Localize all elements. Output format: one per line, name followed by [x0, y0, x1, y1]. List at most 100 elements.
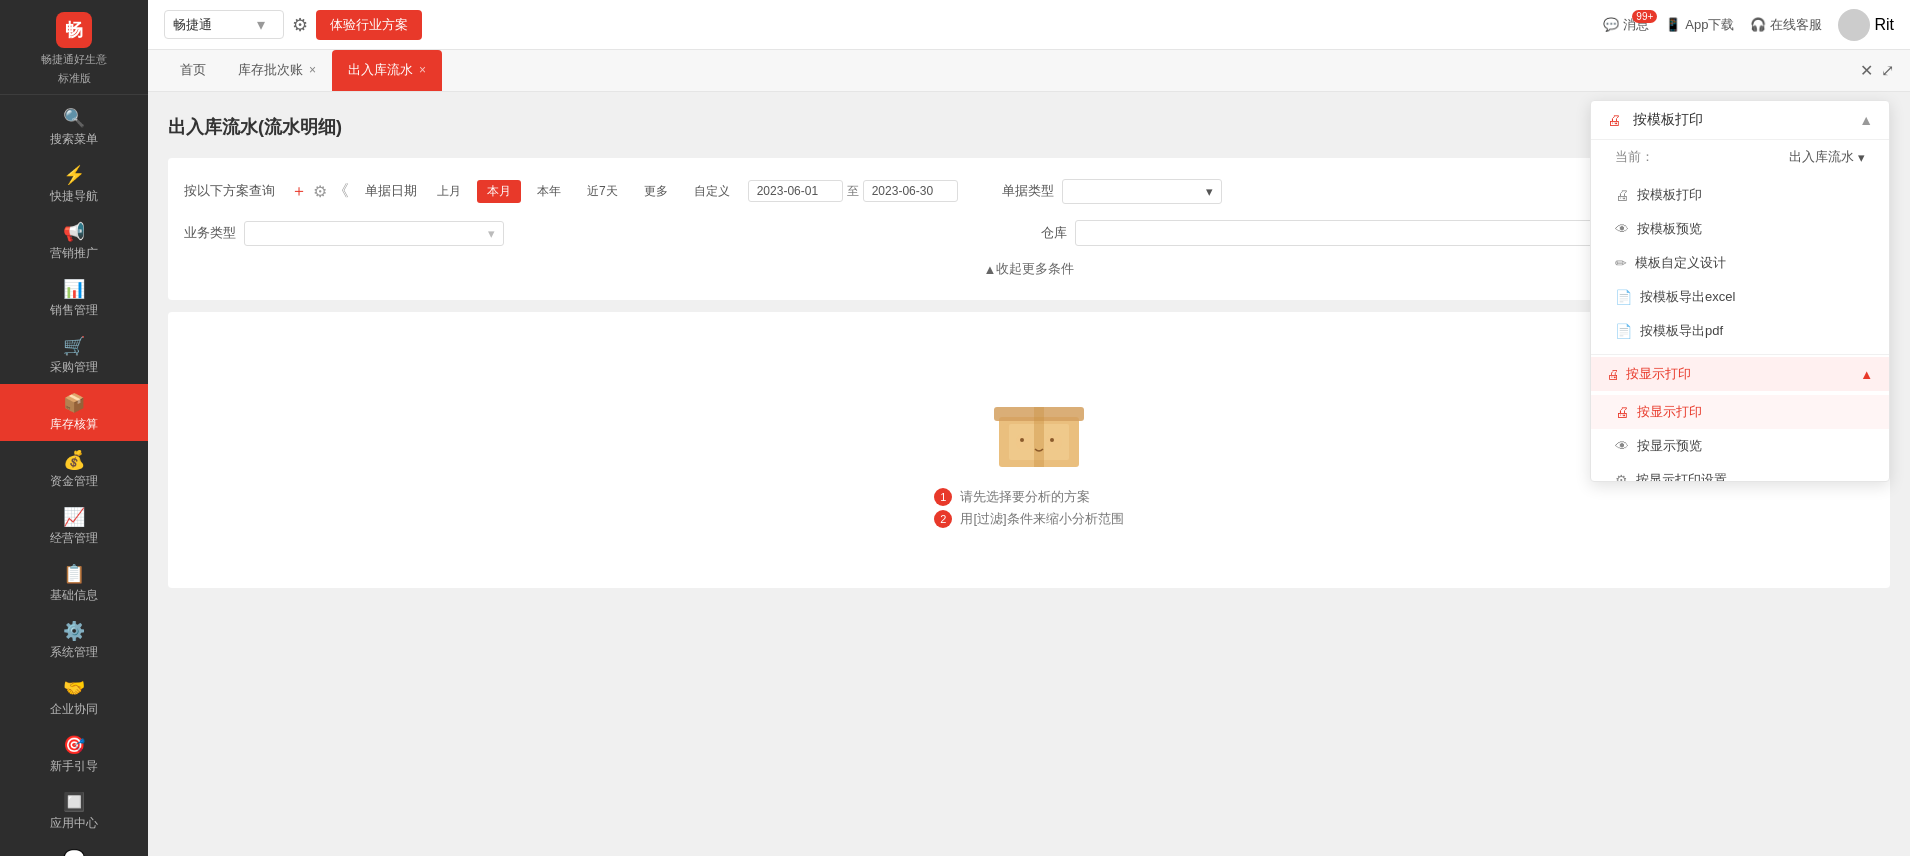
tabbar-expand-icon[interactable]: ⤢ [1881, 61, 1894, 80]
dropdown-header-chevron[interactable]: ▲ [1859, 112, 1873, 128]
type-filter-select[interactable]: ▾ [1062, 179, 1222, 204]
dropdown-item-excel-1-icon: 📄 [1615, 289, 1632, 305]
dropdown-section-2: 🖨 按显示打印 👁 按显示预览 ⚙ 按显示打印设置 📄 按显示导出excel 📄… [1591, 391, 1889, 481]
dropdown-item-display-preview-label: 按显示预览 [1637, 437, 1702, 455]
search-icon: 🔍 [63, 107, 85, 129]
tabbar-close-icon[interactable]: ✕ [1860, 61, 1873, 80]
sidebar-item-enterprise[interactable]: 🤝 企业协同 [0, 669, 148, 726]
sidebar-item-label: 新手引导 [50, 758, 98, 775]
dropdown-item-template-custom[interactable]: ✏ 模板自定义设计 [1591, 246, 1889, 280]
sidebar-item-finance[interactable]: 💰 资金管理 [0, 441, 148, 498]
sidebar-item-inventory[interactable]: 📦 库存核算 [0, 384, 148, 441]
dropdown-section-2-header[interactable]: 🖨 按显示打印 ▲ [1591, 357, 1889, 391]
trial-button[interactable]: 体验行业方案 [316, 10, 422, 40]
dropdown-item-display-print[interactable]: 🖨 按显示打印 [1591, 395, 1889, 429]
sidebar-item-sales[interactable]: 📊 销售管理 [0, 270, 148, 327]
dropdown-item-print-icon: 🖨 [1615, 187, 1629, 203]
filter-row-actions: ＋ ⚙ 《 [291, 181, 349, 202]
dropdown-item-template-export-pdf-label: 按模板导出pdf [1640, 322, 1723, 340]
dropdown-item-display-print-settings-label: 按显示打印设置 [1636, 471, 1727, 481]
sidebar-item-guide[interactable]: 🎯 新手引导 [0, 726, 148, 783]
tabbar: 首页 库存批次账 × 出入库流水 × ✕ ⤢ [148, 50, 1910, 92]
date-tab-current-month[interactable]: 本月 [477, 180, 521, 203]
message-icon: 💬 [1603, 17, 1619, 32]
dropdown-item-template-export-excel[interactable]: 📄 按模板导出excel [1591, 280, 1889, 314]
app-label: App下载 [1685, 16, 1734, 34]
tab-flow[interactable]: 出入库流水 × [332, 50, 442, 91]
step-2-num: 2 [934, 510, 952, 528]
date-tab-7days[interactable]: 近7天 [577, 180, 628, 203]
empty-illustration [979, 372, 1079, 472]
sidebar-item-label: 企业协同 [50, 701, 98, 718]
message-badge: 99+ [1632, 10, 1657, 23]
sidebar-item-operations[interactable]: 📈 经营管理 [0, 498, 148, 555]
date-from-input[interactable] [748, 180, 843, 202]
date-tab-custom[interactable]: 自定义 [684, 180, 740, 203]
template-print-dropdown: 🖨 按模板打印 ▲ 当前： 出入库流水 ▾ 🖨 按模板打印 👁 按模板预览 ✏ [1590, 100, 1890, 482]
filter-collapse-button[interactable]: 《 [333, 181, 349, 202]
filter-settings-button[interactable]: ⚙ [313, 182, 327, 201]
sidebar-item-search[interactable]: 🔍 搜索菜单 [0, 99, 148, 156]
tab-inventory-batch-label: 库存批次账 [238, 61, 303, 79]
tab-flow-close[interactable]: × [419, 63, 426, 77]
logo-subtitle: 标准版 [58, 71, 91, 86]
empty-svg [979, 372, 1099, 472]
sidebar-item-system[interactable]: ⚙️ 系统管理 [0, 612, 148, 669]
dropdown-current-template: 当前： 出入库流水 ▾ [1591, 140, 1889, 174]
step-1-text: 请先选择要分析的方案 [960, 488, 1090, 506]
sidebar-item-wechat[interactable]: 💬 企业微信 [0, 840, 148, 856]
dropdown-item-pdf-1-icon: 📄 [1615, 323, 1632, 339]
guide-icon: 🎯 [63, 734, 85, 756]
dropdown-section-2-chevron: ▲ [1860, 367, 1873, 382]
topbar-message[interactable]: 💬 消息 99+ [1603, 16, 1649, 34]
topbar-right: 💬 消息 99+ 📱 App下载 🎧 在线客服 Rit [1603, 9, 1894, 41]
enterprise-icon: 🤝 [63, 677, 85, 699]
sidebar-item-quick-nav[interactable]: ⚡ 快捷导航 [0, 156, 148, 213]
inventory-icon: 📦 [63, 392, 85, 414]
business-type-filter: 业务类型 ▾ [184, 221, 1017, 246]
dropdown-section-2-title: 按显示打印 [1626, 365, 1691, 383]
tabbar-actions: ✕ ⤢ [1860, 50, 1894, 91]
dropdown-item-template-preview[interactable]: 👁 按模板预览 [1591, 212, 1889, 246]
tab-inventory-batch-close[interactable]: × [309, 63, 316, 77]
date-tab-current-year[interactable]: 本年 [527, 180, 571, 203]
sidebar-item-label: 经营管理 [50, 530, 98, 547]
date-tab-last-month[interactable]: 上月 [427, 180, 471, 203]
topbar-search-group[interactable]: ▾ [164, 10, 284, 39]
sidebar-nav: 🔍 搜索菜单 ⚡ 快捷导航 📢 营销推广 📊 销售管理 🛒 采购管理 📦 库存核… [0, 95, 148, 856]
dropdown-item-display-print-settings[interactable]: ⚙ 按显示打印设置 [1591, 463, 1889, 481]
logo-title: 畅捷通好生意 [41, 52, 107, 67]
sidebar-item-basic-info[interactable]: 📋 基础信息 [0, 555, 148, 612]
dropdown-item-template-print[interactable]: 🖨 按模板打印 [1591, 178, 1889, 212]
topbar-app-download[interactable]: 📱 App下载 [1665, 16, 1734, 34]
sidebar-item-marketing[interactable]: 📢 营销推广 [0, 213, 148, 270]
type-filter-chevron: ▾ [1206, 184, 1213, 199]
tab-home[interactable]: 首页 [164, 50, 222, 91]
business-type-select[interactable]: ▾ [244, 221, 504, 246]
topbar-user[interactable]: Rit [1838, 9, 1894, 41]
dropdown-current-label: 当前： [1615, 148, 1654, 166]
step-2-text: 用[过滤]条件来缩小分析范围 [960, 510, 1123, 528]
sidebar-item-purchase[interactable]: 🛒 采购管理 [0, 327, 148, 384]
sales-icon: 📊 [63, 278, 85, 300]
topbar-search-input[interactable] [173, 17, 253, 32]
dropdown-header-icon: 🖨 [1607, 112, 1621, 128]
tab-inventory-batch[interactable]: 库存批次账 × [222, 50, 332, 91]
dropdown-item-template-export-pdf[interactable]: 📄 按模板导出pdf [1591, 314, 1889, 348]
svg-point-7 [1050, 438, 1054, 442]
dropdown-divider-1 [1591, 354, 1889, 355]
topbar-left: ▾ ⚙ 体验行业方案 [164, 10, 1591, 40]
dropdown-item-preview-icon: 👁 [1615, 221, 1629, 237]
dropdown-item-display-preview[interactable]: 👁 按显示预览 [1591, 429, 1889, 463]
topbar-settings-icon[interactable]: ⚙ [292, 14, 308, 36]
finance-icon: 💰 [63, 449, 85, 471]
dropdown-title: 按模板打印 [1633, 111, 1703, 129]
dropdown-sub-header-icon: 🖨 [1607, 367, 1620, 382]
service-label: 在线客服 [1770, 16, 1822, 34]
sidebar-item-app-center[interactable]: 🔲 应用中心 [0, 783, 148, 840]
filter-add-button[interactable]: ＋ [291, 181, 307, 202]
topbar-online-service[interactable]: 🎧 在线客服 [1750, 16, 1822, 34]
date-to-input[interactable] [863, 180, 958, 202]
date-tab-more[interactable]: 更多 [634, 180, 678, 203]
svg-point-4 [1016, 434, 1032, 450]
